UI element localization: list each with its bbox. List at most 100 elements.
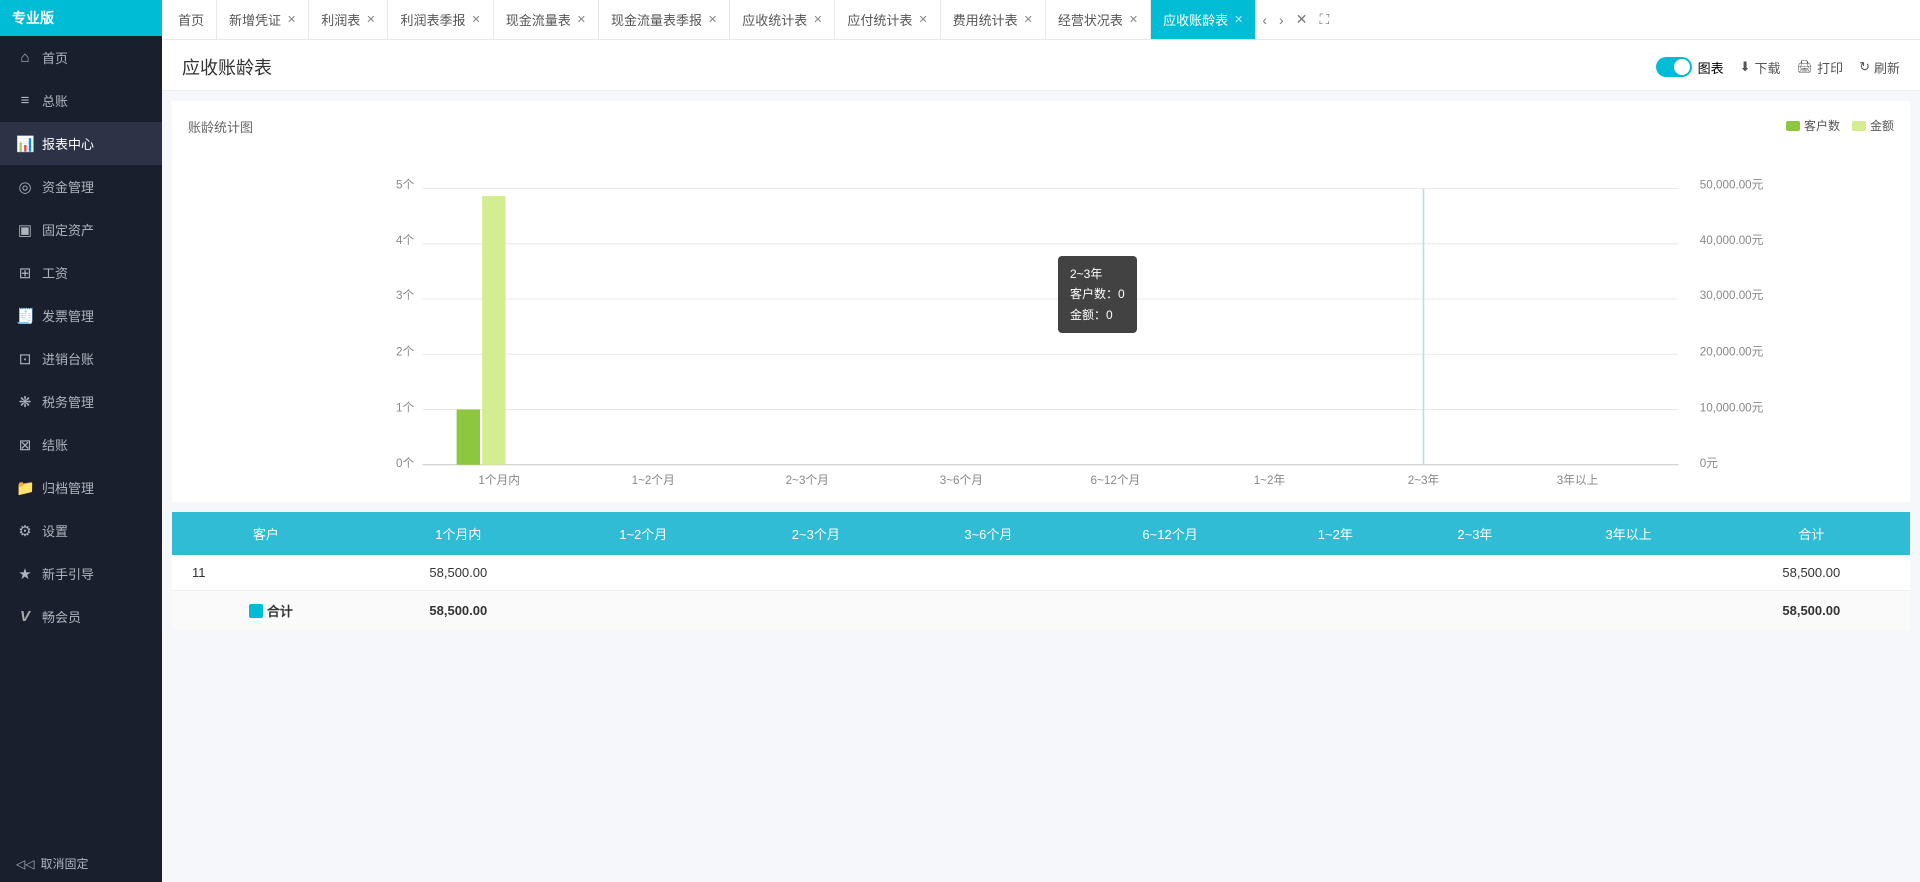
svg-text:1个月内: 1个月内 <box>478 473 520 486</box>
tab-next-button[interactable]: › <box>1273 0 1290 40</box>
tab-prev-button[interactable]: ‹ <box>1256 0 1273 40</box>
cell-customer: 11 <box>172 555 360 591</box>
sidebar-item-ledger[interactable]: ≡ 总账 <box>0 79 162 122</box>
total-m3 <box>730 591 903 631</box>
tab-profit-quarter[interactable]: 利润表季报 ✕ <box>388 0 493 40</box>
col-total: 合计 <box>1713 512 1910 555</box>
unpin-icon: ◁◁ <box>16 857 34 871</box>
assets-icon: ▣ <box>16 221 34 239</box>
tab-bar: 首页 新增凭证 ✕ 利润表 ✕ 利润表季报 ✕ 现金流量表 ✕ 现金流量表季报 … <box>162 0 1920 40</box>
total-m6 <box>902 591 1075 631</box>
sidebar-item-label: 归档管理 <box>42 478 94 497</box>
sidebar-item-close[interactable]: ⊠ 结账 <box>0 423 162 466</box>
svg-text:1个: 1个 <box>396 402 414 415</box>
tax-icon: ❋ <box>16 393 34 411</box>
close-icon[interactable]: ✕ <box>577 13 586 26</box>
col-m3: 2~3个月 <box>730 512 903 555</box>
tab-cashflow[interactable]: 现金流量表 ✕ <box>494 0 599 40</box>
svg-text:3个: 3个 <box>396 289 414 302</box>
total-m1: 58,500.00 <box>360 591 557 631</box>
close-icon[interactable]: ✕ <box>813 13 822 26</box>
close-icon[interactable]: ✕ <box>472 13 481 26</box>
sidebar-item-home[interactable]: ⌂ 首页 <box>0 36 162 79</box>
tab-expense-stat[interactable]: 费用统计表 ✕ <box>941 0 1046 40</box>
page-header: 应收账龄表 图表 ⬇ 下载 🖨 打印 ↻ 刷新 <box>162 40 1920 91</box>
col-m6: 3~6个月 <box>902 512 1075 555</box>
svg-text:30,000.00元: 30,000.00元 <box>1700 289 1764 302</box>
page-title: 应收账龄表 <box>182 54 272 80</box>
sidebar-item-label: 工资 <box>42 263 68 282</box>
col-above: 3年以上 <box>1545 512 1713 555</box>
svg-text:2~3个月: 2~3个月 <box>786 474 829 486</box>
col-m12: 6~12个月 <box>1075 512 1266 555</box>
sidebar-item-archive[interactable]: 📁 归档管理 <box>0 466 162 509</box>
download-icon: ⬇ <box>1740 59 1751 75</box>
tab-close-button[interactable]: ✕ <box>1290 0 1314 40</box>
sidebar-item-reports[interactable]: 📊 报表中心 <box>0 122 162 165</box>
sidebar-item-salary[interactable]: ⊞ 工资 <box>0 251 162 294</box>
sidebar-item-settings[interactable]: ⚙ 设置 <box>0 509 162 552</box>
sidebar: 专业版 ⌂ 首页 ≡ 总账 📊 报表中心 ◎ 资金管理 ▣ 固定资产 ⊞ 工资 … <box>0 0 162 882</box>
legend-amount-label: 金额 <box>1870 117 1894 134</box>
sidebar-item-assets[interactable]: ▣ 固定资产 <box>0 208 162 251</box>
print-button[interactable]: 🖨 打印 <box>1797 58 1844 77</box>
tab-profit[interactable]: 利润表 ✕ <box>309 0 388 40</box>
cell-y3 <box>1405 555 1545 591</box>
sidebar-item-label: 设置 <box>42 521 68 540</box>
toggle-label: 图表 <box>1698 58 1724 77</box>
cell-m1: 58,500.00 <box>360 555 557 591</box>
funds-icon: ◎ <box>16 178 34 196</box>
svg-text:1~2年: 1~2年 <box>1254 473 1286 486</box>
sidebar-item-invoice[interactable]: 🧾 发票管理 <box>0 294 162 337</box>
tab-receivable-stat[interactable]: 应收统计表 ✕ <box>730 0 835 40</box>
tab-voucher[interactable]: 新增凭证 ✕ <box>217 0 309 40</box>
sidebar-item-label: 畅会员 <box>42 607 81 626</box>
sidebar-item-tax[interactable]: ❋ 税务管理 <box>0 380 162 423</box>
chart-section: 账龄统计图 客户数 金额 0个 1个 2个 3个 4个 <box>172 101 1910 502</box>
close-icon[interactable]: ✕ <box>1129 13 1138 26</box>
tab-business[interactable]: 经营状况表 ✕ <box>1046 0 1151 40</box>
total-above <box>1545 591 1713 631</box>
content-area: 应收账龄表 图表 ⬇ 下载 🖨 打印 ↻ 刷新 <box>162 40 1920 882</box>
tab-cashflow-quarter[interactable]: 现金流量表季报 ✕ <box>599 0 730 40</box>
close-icon[interactable]: ✕ <box>366 13 375 26</box>
invoice-icon: 🧾 <box>16 307 34 325</box>
col-m1: 1个月内 <box>360 512 557 555</box>
sidebar-item-label: 固定资产 <box>42 220 94 239</box>
data-table: 客户 1个月内 1~2个月 2~3个月 3~6个月 6~12个月 1~2年 2~… <box>172 512 1910 630</box>
close-icon[interactable]: ✕ <box>708 13 717 26</box>
gear-icon: ⚙ <box>16 522 34 540</box>
close-icon[interactable]: ✕ <box>1234 13 1243 26</box>
sidebar-item-sales[interactable]: ⊡ 进销台账 <box>0 337 162 380</box>
guide-icon: ★ <box>16 565 34 583</box>
close-icon[interactable]: ✕ <box>918 13 927 26</box>
refresh-button[interactable]: ↻ 刷新 <box>1859 58 1900 77</box>
unpin-button[interactable]: ◁◁ 取消固定 <box>0 845 162 882</box>
member-icon: V <box>16 608 34 625</box>
close-icon[interactable]: ✕ <box>1024 13 1033 26</box>
chart-toggle[interactable] <box>1656 57 1692 77</box>
sidebar-item-guide[interactable]: ★ 新手引导 <box>0 552 162 595</box>
col-customer: 客户 <box>172 512 360 555</box>
sidebar-item-member[interactable]: V 畅会员 <box>0 595 162 638</box>
total-row: 合计 58,500.00 58,500.00 <box>172 591 1910 631</box>
svg-text:0个: 0个 <box>396 457 414 470</box>
download-button[interactable]: ⬇ 下载 <box>1740 58 1781 77</box>
bar-amount-1 <box>482 196 505 465</box>
sidebar-item-funds[interactable]: ◎ 资金管理 <box>0 165 162 208</box>
svg-text:4个: 4个 <box>396 234 414 247</box>
legend-customer-color <box>1786 121 1800 131</box>
tab-aging[interactable]: 应收账龄表 ✕ <box>1151 0 1256 40</box>
refresh-icon: ↻ <box>1859 59 1870 75</box>
tab-home[interactable]: 首页 <box>166 0 217 40</box>
svg-text:10,000.00元: 10,000.00元 <box>1700 402 1764 415</box>
cell-y2 <box>1266 555 1406 591</box>
total-m2 <box>557 591 730 631</box>
sidebar-item-label: 进销台账 <box>42 349 94 368</box>
sidebar-item-label: 结账 <box>42 435 68 454</box>
salary-icon: ⊞ <box>16 264 34 282</box>
close-icon[interactable]: ✕ <box>287 13 296 26</box>
chart-toggle-wrap: 图表 <box>1656 57 1724 77</box>
tab-expand-button[interactable]: ⛶ <box>1313 0 1335 40</box>
tab-payable-stat[interactable]: 应付统计表 ✕ <box>835 0 940 40</box>
